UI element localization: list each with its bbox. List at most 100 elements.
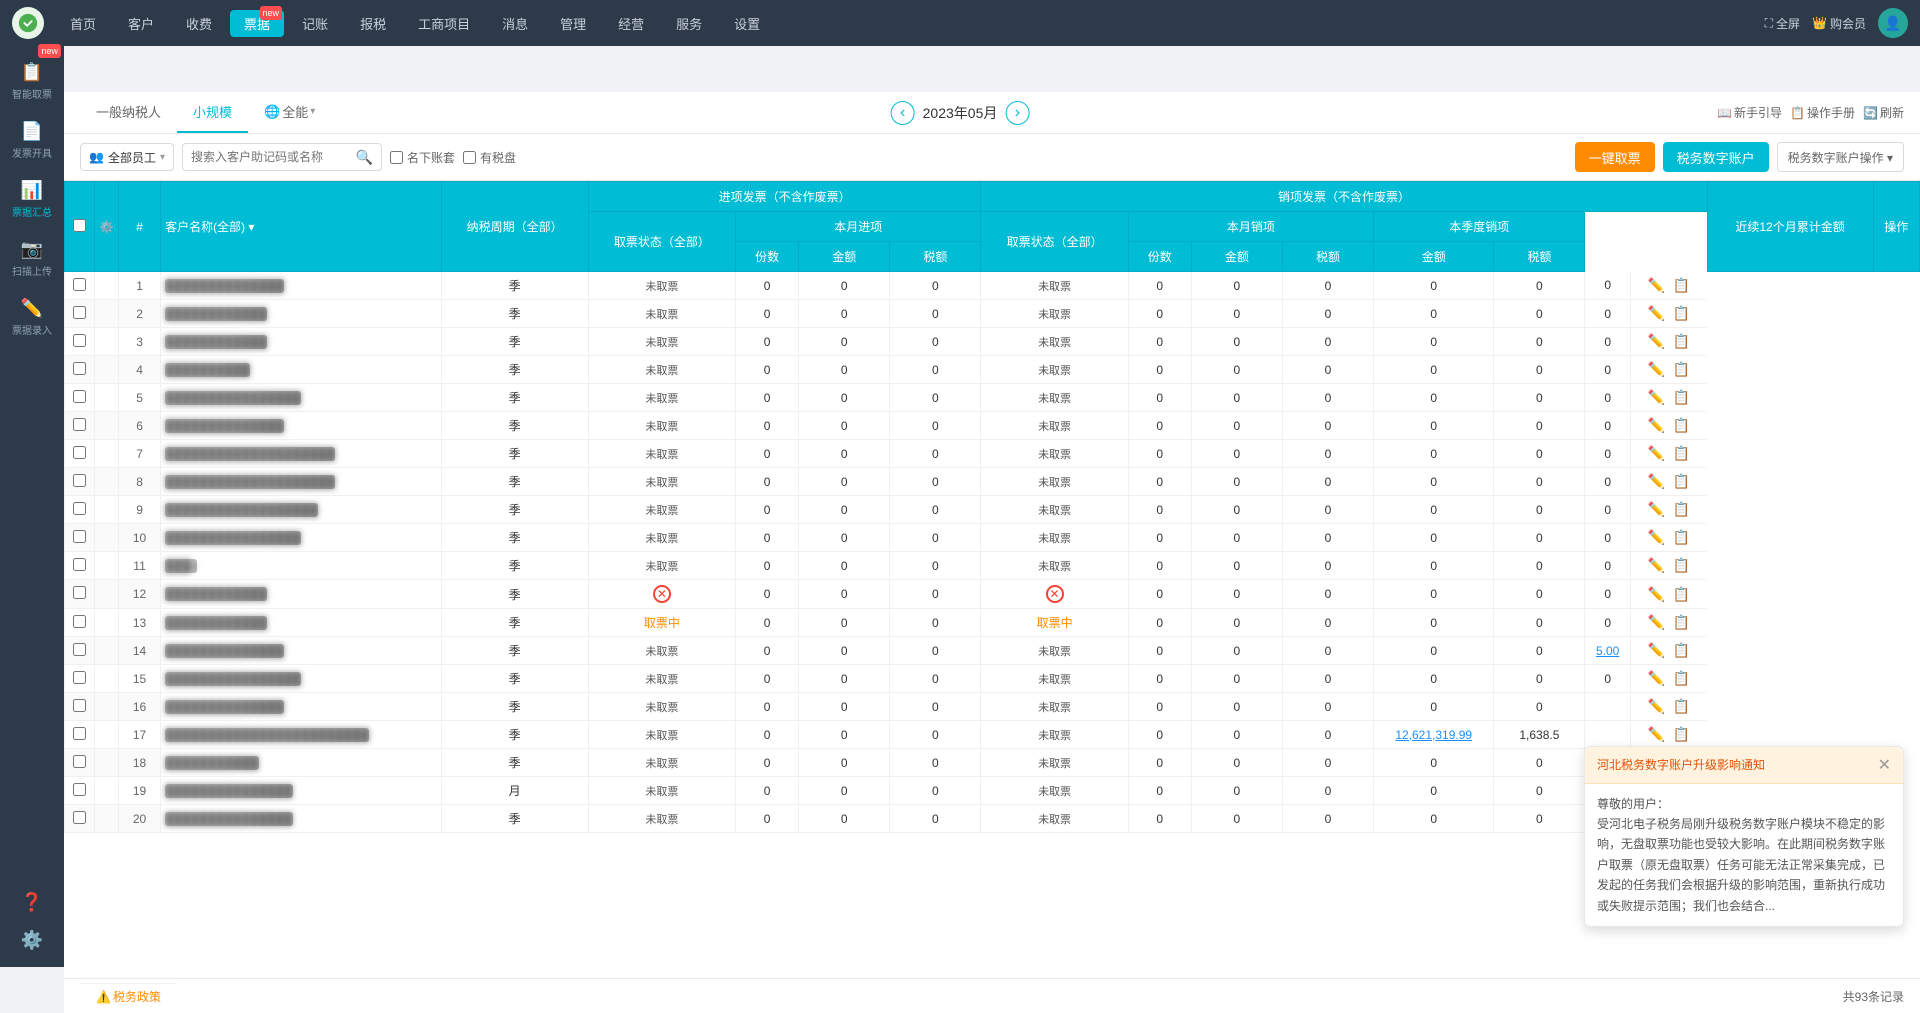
row-checkbox[interactable]	[73, 446, 86, 459]
nav-service[interactable]: 服务	[662, 10, 716, 37]
prev-month-btn[interactable]: ‹	[891, 101, 915, 125]
row-checkbox[interactable]	[73, 502, 86, 515]
row-checkbox[interactable]	[73, 306, 86, 319]
next-month-btn[interactable]: ›	[1005, 101, 1029, 125]
row-checkbox[interactable]	[73, 643, 86, 656]
row-checkbox[interactable]	[73, 615, 86, 628]
fullscreen-btn[interactable]: ⛶ 全屏	[1765, 15, 1800, 32]
refresh-btn[interactable]: 🔄 刷新	[1863, 104, 1904, 121]
edit-icon[interactable]: ✏️	[1648, 698, 1665, 714]
edit-icon[interactable]: ✏️	[1648, 361, 1665, 377]
row-checkbox[interactable]	[73, 783, 86, 796]
one-click-ticket-btn[interactable]: 一键取票	[1575, 142, 1655, 172]
sidebar-item-smart-ticket[interactable]: 📋 智能取票 new	[3, 54, 61, 109]
tax-policy-link[interactable]: ⚠️ 税务政策	[80, 983, 177, 1009]
sidebar-item-summary[interactable]: 📊 票据汇总	[3, 172, 61, 227]
guide-btn[interactable]: 📖 新手引导	[1717, 104, 1782, 121]
edit-icon[interactable]: ✏️	[1648, 305, 1665, 321]
row-checkbox[interactable]	[73, 558, 86, 571]
digital-ops-btn[interactable]: 税务数字账户操作 ▾	[1777, 142, 1904, 172]
edit-icon[interactable]: ✏️	[1648, 642, 1665, 658]
close-icon[interactable]: ✕	[1878, 755, 1891, 775]
nav-operation[interactable]: 经营	[604, 10, 658, 37]
copy-icon[interactable]: 📋	[1673, 417, 1690, 433]
edit-icon[interactable]: ✏️	[1648, 473, 1665, 489]
edit-icon[interactable]: ✏️	[1648, 557, 1665, 573]
copy-icon[interactable]: 📋	[1673, 445, 1690, 461]
copy-icon[interactable]: 📋	[1673, 614, 1690, 630]
nav-tax[interactable]: 报税	[346, 10, 400, 37]
copy-icon[interactable]: 📋	[1673, 361, 1690, 377]
copy-icon[interactable]: 📋	[1673, 726, 1690, 742]
checkbox-taxpad[interactable]: 有税盘	[463, 149, 516, 166]
copy-icon[interactable]: 📋	[1673, 389, 1690, 405]
nav-message[interactable]: 消息	[488, 10, 542, 37]
edit-icon[interactable]: ✏️	[1648, 445, 1665, 461]
tab-general[interactable]: 一般纳税人	[80, 92, 177, 133]
edit-icon[interactable]: ✏️	[1648, 529, 1665, 545]
row-checkbox[interactable]	[73, 418, 86, 431]
member-btn[interactable]: 👑 购会员	[1812, 15, 1866, 32]
sidebar-help-icon[interactable]: ❓	[17, 887, 47, 917]
row-checkbox[interactable]	[73, 811, 86, 824]
employee-select[interactable]: 👥 全部员工 ▾	[80, 143, 174, 171]
copy-icon[interactable]: 📋	[1673, 670, 1690, 686]
nav-bookkeeping[interactable]: 记账	[288, 10, 342, 37]
manual-btn[interactable]: 📋 操作手册	[1790, 104, 1855, 121]
nav-manage[interactable]: 管理	[546, 10, 600, 37]
search-icon[interactable]: 🔍	[356, 149, 373, 166]
td-checkbox	[65, 580, 95, 609]
sidebar-settings-icon[interactable]: ⚙️	[17, 925, 47, 955]
tab-small[interactable]: 小规模	[177, 92, 248, 133]
edit-icon[interactable]: ✏️	[1648, 417, 1665, 433]
select-all-checkbox[interactable]	[73, 219, 86, 232]
edit-icon[interactable]: ✏️	[1648, 389, 1665, 405]
copy-icon[interactable]: 📋	[1673, 333, 1690, 349]
taxpad-checkbox[interactable]	[463, 151, 476, 164]
copy-icon[interactable]: 📋	[1673, 473, 1690, 489]
checkbox-account[interactable]: 名下账套	[390, 149, 455, 166]
copy-icon[interactable]: 📋	[1673, 529, 1690, 545]
edit-icon[interactable]: ✏️	[1648, 586, 1665, 602]
copy-icon[interactable]: 📋	[1673, 642, 1690, 658]
edit-icon[interactable]: ✏️	[1648, 614, 1665, 630]
row-checkbox[interactable]	[73, 278, 86, 291]
copy-icon[interactable]: 📋	[1673, 277, 1690, 293]
avatar[interactable]: 👤	[1878, 8, 1908, 38]
sidebar-item-entry[interactable]: ✏️ 票据录入	[3, 290, 61, 345]
row-checkbox[interactable]	[73, 727, 86, 740]
edit-icon[interactable]: ✏️	[1648, 333, 1665, 349]
row-checkbox[interactable]	[73, 334, 86, 347]
nav-fee[interactable]: 收费	[172, 10, 226, 37]
row-checkbox[interactable]	[73, 586, 86, 599]
edit-icon[interactable]: ✏️	[1648, 501, 1665, 517]
nav-settings[interactable]: 设置	[720, 10, 774, 37]
nav-business[interactable]: 工商项目	[404, 10, 484, 37]
digital-account-btn[interactable]: 税务数字账户	[1663, 142, 1769, 172]
copy-icon[interactable]: 📋	[1673, 586, 1690, 602]
copy-icon[interactable]: 📋	[1673, 698, 1690, 714]
row-checkbox[interactable]	[73, 755, 86, 768]
copy-icon[interactable]: 📋	[1673, 501, 1690, 517]
search-input[interactable]	[191, 150, 352, 164]
row-checkbox[interactable]	[73, 474, 86, 487]
edit-icon[interactable]: ✏️	[1648, 277, 1665, 293]
row-checkbox[interactable]	[73, 530, 86, 543]
nav-invoice[interactable]: 票据 new	[230, 10, 284, 37]
edit-icon[interactable]: ✏️	[1648, 670, 1665, 686]
tab-all[interactable]: 🌐 全能 ▾	[248, 92, 331, 133]
row-checkbox[interactable]	[73, 671, 86, 684]
nav-home[interactable]: 首页	[56, 10, 110, 37]
td-checkbox	[65, 440, 95, 468]
copy-icon[interactable]: 📋	[1673, 305, 1690, 321]
nav-customer[interactable]: 客户	[114, 10, 168, 37]
sidebar-item-scan[interactable]: 📷 扫描上传	[3, 231, 61, 286]
row-checkbox[interactable]	[73, 699, 86, 712]
sidebar-item-issue[interactable]: 📄 发票开具	[3, 113, 61, 168]
search-box[interactable]: 🔍	[182, 143, 382, 171]
row-checkbox[interactable]	[73, 362, 86, 375]
edit-icon[interactable]: ✏️	[1648, 726, 1665, 742]
copy-icon[interactable]: 📋	[1673, 557, 1690, 573]
account-checkbox[interactable]	[390, 151, 403, 164]
row-checkbox[interactable]	[73, 390, 86, 403]
